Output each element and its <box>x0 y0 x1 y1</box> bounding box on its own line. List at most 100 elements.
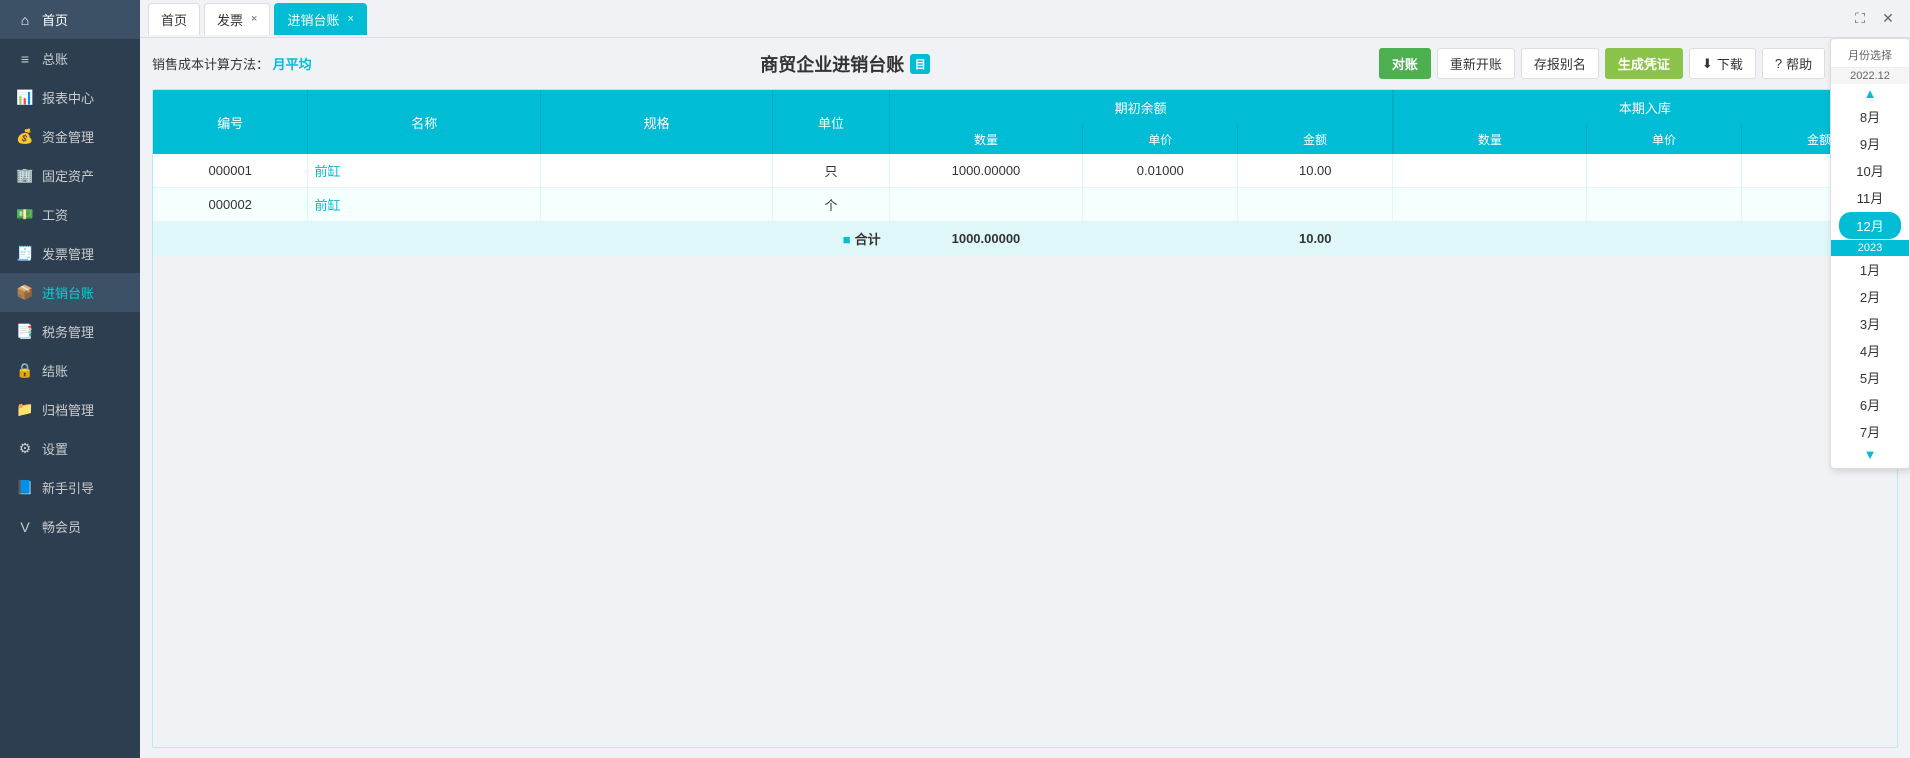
tab-invoice[interactable]: 发票 × <box>204 3 270 35</box>
download-label: 下载 <box>1717 54 1743 73</box>
month-10[interactable]: 10月 <box>1831 157 1898 184</box>
cell-inbound-price <box>1586 188 1741 222</box>
maximize-button[interactable]: ⛶ <box>1850 8 1870 28</box>
tab-invoice-label: 发票 <box>217 10 243 29</box>
sidebar-item-salary[interactable]: 💵 工资 <box>0 195 140 234</box>
content-area: 销售成本计算方法： 月平均 商贸企业进销台账 目 对账 重新开账 存报别名 生成… <box>140 38 1910 758</box>
total-opening-price <box>1083 222 1238 256</box>
guide-icon: 📘 <box>16 479 34 496</box>
sidebar-item-label: 税务管理 <box>42 322 94 341</box>
stock-ledger-icon: 📦 <box>16 284 34 301</box>
sidebar-item-funds[interactable]: 💰 资金管理 <box>0 117 140 156</box>
cost-method-label: 销售成本计算方法： <box>152 57 269 72</box>
window-controls: ⛶ ✕ <box>1838 0 1910 36</box>
sidebar-item-tax[interactable]: 📑 税务管理 <box>0 312 140 351</box>
sidebar-item-label: 报表中心 <box>42 88 94 107</box>
cell-opening-price <box>1083 188 1238 222</box>
cost-method: 销售成本计算方法： 月平均 <box>152 54 312 73</box>
sidebar-item-archive[interactable]: 📁 归档管理 <box>0 390 140 429</box>
cell-opening-qty <box>889 188 1083 222</box>
col-name: 名称 <box>308 90 540 154</box>
saveas-button[interactable]: 存报别名 <box>1521 48 1599 79</box>
tab-home[interactable]: 首页 <box>148 3 200 35</box>
total-label: ■合计 <box>153 222 889 256</box>
tab-stock-ledger[interactable]: 进销台账 × <box>274 3 366 35</box>
generate-button[interactable]: 生成凭证 <box>1605 48 1683 79</box>
month-2[interactable]: 2月 <box>1831 283 1898 310</box>
total-opening-amount: 10.00 <box>1238 222 1393 256</box>
sidebar-item-label: 资金管理 <box>42 127 94 146</box>
archive-icon: 📁 <box>16 401 34 418</box>
cell-unit: 个 <box>773 188 889 222</box>
sidebar-item-label: 设置 <box>42 439 68 458</box>
help-label: 帮助 <box>1786 54 1812 73</box>
tab-stock-ledger-close[interactable]: × <box>347 13 353 25</box>
cell-opening-price: 0.01000 <box>1083 154 1238 188</box>
sidebar-item-reports[interactable]: 📊 报表中心 <box>0 78 140 117</box>
sidebar-item-settings[interactable]: ⚙ 设置 <box>0 429 140 468</box>
month-12[interactable]: 12月 <box>1839 212 1898 239</box>
member-icon: V <box>16 519 34 535</box>
reopen-button[interactable]: 重新开账 <box>1437 48 1515 79</box>
col-opening-price: 单价 <box>1083 125 1238 154</box>
main-area: 首页 发票 × 进销台账 × 销售成本计算方法： 月平均 商贸企业进销台账 目 … <box>140 0 1910 758</box>
tax-icon: 📑 <box>16 323 34 340</box>
total-inbound-price <box>1586 222 1741 256</box>
month-4[interactable]: 4月 <box>1831 337 1898 364</box>
reconcile-button[interactable]: 对账 <box>1379 48 1431 79</box>
page-title-area: 商贸企业进销台账 目 <box>312 51 1379 77</box>
month-7[interactable]: 7月 <box>1831 418 1898 445</box>
sidebar: ⌂ 首页 ≡ 总账 📊 报表中心 💰 资金管理 🏢 固定资产 💵 工资 🧾 发票… <box>0 0 140 758</box>
assets-icon: 🏢 <box>16 167 34 184</box>
month-6[interactable]: 6月 <box>1831 391 1898 418</box>
sidebar-item-label: 畅会员 <box>42 517 81 536</box>
col-opening-amount: 金额 <box>1238 125 1393 154</box>
month-8[interactable]: 8月 <box>1831 103 1898 130</box>
cell-code: 000002 <box>153 188 308 222</box>
cell-opening-amount: 10.00 <box>1238 154 1393 188</box>
funds-icon: 💰 <box>16 128 34 145</box>
sidebar-item-invoice-mgmt[interactable]: 🧾 发票管理 <box>0 234 140 273</box>
sidebar-item-ledger[interactable]: ≡ 总账 <box>0 39 140 78</box>
sidebar-item-home[interactable]: ⌂ 首页 <box>0 0 140 39</box>
page-title-icon[interactable]: 目 <box>910 54 930 74</box>
close-button[interactable]: ✕ <box>1878 8 1898 28</box>
tab-stock-ledger-label: 进销台账 <box>287 10 339 29</box>
col-inbound-price: 单价 <box>1586 125 1741 154</box>
cell-spec <box>540 188 772 222</box>
month-1[interactable]: 1月 <box>1831 256 1898 283</box>
sidebar-item-assets[interactable]: 🏢 固定资产 <box>0 156 140 195</box>
cell-opening-amount <box>1238 188 1393 222</box>
toolbar-buttons: 对账 重新开账 存报别名 生成凭证 ⬇ 下载 ? 帮助 ↻ 刷新 <box>1379 48 1898 79</box>
sidebar-item-member[interactable]: V 畅会员 <box>0 507 140 546</box>
cell-inbound-price <box>1586 154 1741 188</box>
gear-icon: ⚙ <box>16 440 34 457</box>
download-button[interactable]: ⬇ 下载 <box>1689 48 1756 79</box>
month-11[interactable]: 11月 <box>1831 184 1898 211</box>
table-row: 000001 前缸 只 1000.00000 0.01000 10.00 <box>153 154 1897 188</box>
month-up-nav[interactable]: ▲ <box>1831 89 1898 103</box>
cell-name: 前缸 <box>308 154 540 188</box>
sidebar-item-label: 进销台账 <box>42 283 94 302</box>
tab-home-label: 首页 <box>161 10 187 29</box>
ledger-icon: ≡ <box>16 51 34 67</box>
month-down-nav[interactable]: ▼ <box>1831 445 1898 464</box>
month-9[interactable]: 9月 <box>1831 130 1898 157</box>
salary-icon: 💵 <box>16 206 34 223</box>
total-row: ■合计 1000.00000 10.00 <box>153 222 1897 256</box>
tab-invoice-close[interactable]: × <box>251 13 257 25</box>
help-button[interactable]: ? 帮助 <box>1762 48 1825 79</box>
sidebar-item-label: 首页 <box>42 10 68 29</box>
cell-name: 前缸 <box>308 188 540 222</box>
month-5[interactable]: 5月 <box>1831 364 1898 391</box>
col-spec: 规格 <box>540 90 772 154</box>
invoice-mgmt-icon: 🧾 <box>16 245 34 262</box>
sidebar-item-close-account[interactable]: 🔒 结账 <box>0 351 140 390</box>
col-opening-qty: 数量 <box>889 125 1083 154</box>
month-panel: 月份选择 2022.12 ▲ 8月 9月 10月 11月 12月 2023 1月… <box>1830 89 1898 469</box>
sidebar-item-stock-ledger[interactable]: 📦 进销台账 <box>0 273 140 312</box>
sidebar-item-guide[interactable]: 📘 新手引导 <box>0 468 140 507</box>
month-3[interactable]: 3月 <box>1831 310 1898 337</box>
month-year-2023-label: 2023 <box>1831 240 1898 256</box>
col-unit: 单位 <box>773 90 889 154</box>
